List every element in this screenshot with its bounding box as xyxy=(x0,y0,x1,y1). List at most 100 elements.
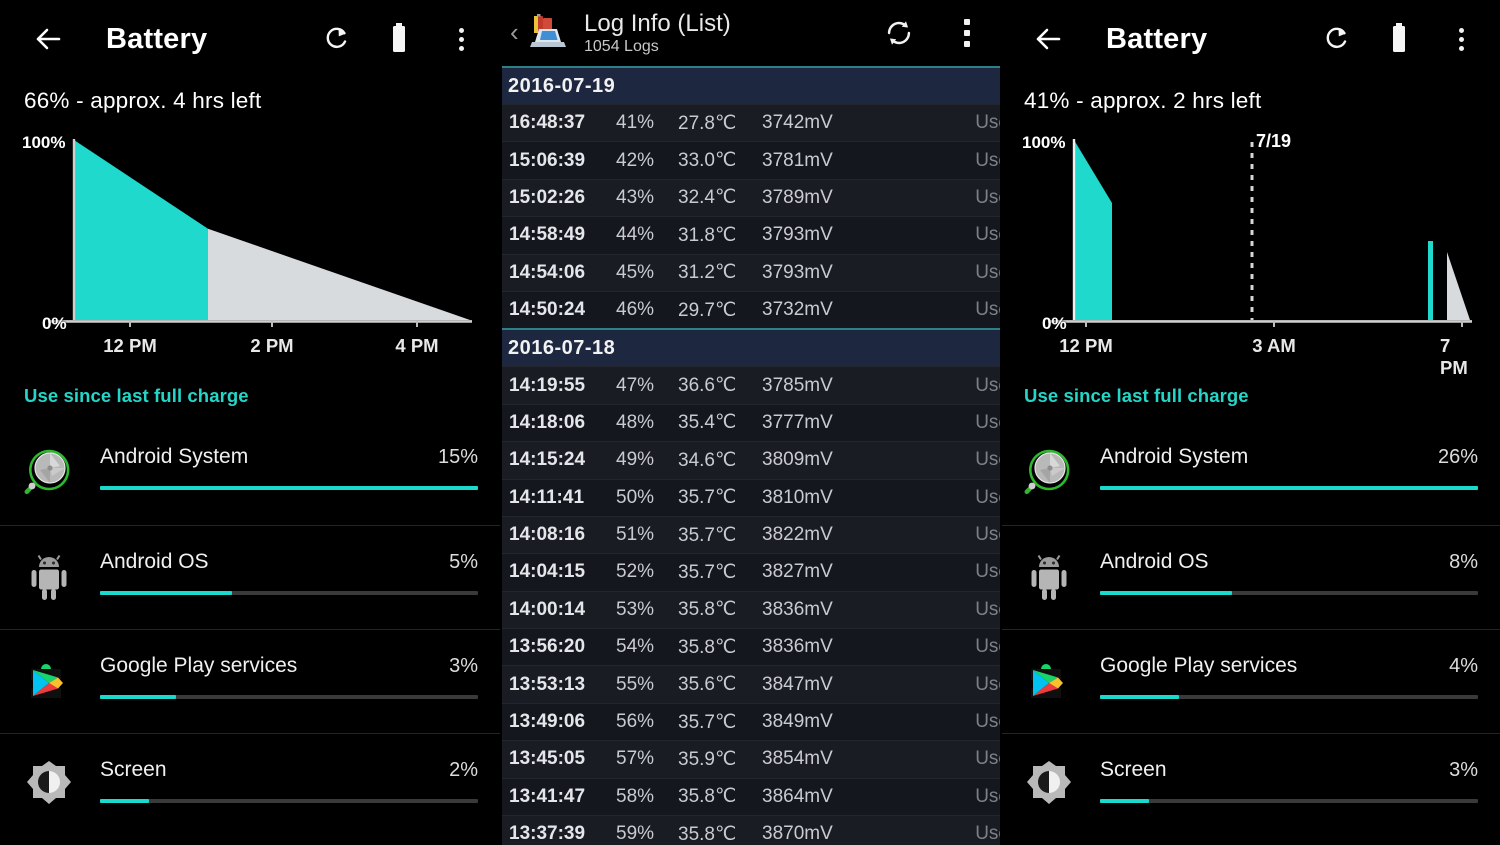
log-action[interactable]: Use xyxy=(975,262,1000,284)
table-row[interactable]: 13:53:13 55% 35.6℃ 3847mV Use xyxy=(500,665,1000,703)
log-action[interactable]: Use xyxy=(975,711,1000,733)
battery-laptop-icon xyxy=(526,13,570,53)
overflow-menu-icon[interactable] xyxy=(444,20,478,58)
chart-y-label-min: 0% xyxy=(42,314,67,333)
log-time: 14:18:06 xyxy=(509,411,586,433)
log-percent: 51% xyxy=(616,524,655,546)
log-percent: 56% xyxy=(616,711,655,733)
table-row[interactable]: 13:56:20 54% 35.8℃ 3836mV Use xyxy=(500,628,1000,666)
table-row[interactable]: 13:45:05 57% 35.9℃ 3854mV Use xyxy=(500,740,1000,778)
table-row[interactable]: 13:37:39 59% 35.8℃ 3870mV Use xyxy=(500,815,1000,845)
log-action[interactable]: Use xyxy=(975,823,1000,845)
sync-refresh-icon[interactable] xyxy=(882,14,916,52)
log-voltage: 3836mV xyxy=(762,598,833,620)
log-voltage: 3732mV xyxy=(762,299,833,321)
three-panel-screenshot: Battery 66% - approx. 4 hrs left 100% 0%… xyxy=(0,0,1500,845)
log-action[interactable]: Use xyxy=(975,150,1000,172)
log-time: 14:54:06 xyxy=(509,261,586,283)
list-item[interactable]: Android OS 8% xyxy=(1000,525,1500,629)
log-percent: 48% xyxy=(616,411,655,433)
table-row[interactable]: 14:19:55 47% 36.6℃ 3785mV Use xyxy=(500,366,1000,404)
chevron-left-icon[interactable]: ‹ xyxy=(510,19,524,45)
table-row[interactable]: 15:02:26 43% 32.4℃ 3789mV Use xyxy=(500,178,1000,217)
app-percent: 3% xyxy=(449,655,478,677)
log-action[interactable]: Use xyxy=(975,224,1000,246)
table-row[interactable]: 14:11:41 50% 35.7℃ 3810mV Use xyxy=(500,478,1000,516)
list-item[interactable]: Screen 3% xyxy=(1000,733,1500,837)
battery-full-icon[interactable] xyxy=(1382,20,1416,58)
log-action[interactable]: Use xyxy=(975,561,1000,583)
list-item-header: Screen 3% xyxy=(1100,758,1478,782)
table-row[interactable]: 13:49:06 56% 35.7℃ 3849mV Use xyxy=(500,702,1000,741)
log-temperature: 35.8℃ xyxy=(678,786,737,808)
log-action[interactable]: Use xyxy=(975,375,1000,397)
table-row[interactable]: 14:15:24 49% 34.6℃ 3809mV Use xyxy=(500,441,1000,479)
battery-history-chart-right: 100% 0% 7/19 12 PM 3 AM 7 PM xyxy=(1000,128,1500,378)
battery-panel-right: Battery 41% - approx. 2 hrs left 100% 0%… xyxy=(1000,0,1500,845)
overflow-menu-icon[interactable] xyxy=(950,14,984,52)
list-item-body: Google Play services 3% xyxy=(100,654,478,699)
table-row[interactable]: 14:54:06 45% 31.2℃ 3793mV Use xyxy=(500,253,1000,291)
list-item-body: Google Play services 4% xyxy=(1100,654,1478,699)
log-action[interactable]: Use xyxy=(975,449,1000,471)
table-row[interactable]: 14:50:24 46% 29.7℃ 3732mV Use xyxy=(500,290,1000,329)
log-action[interactable]: Use xyxy=(975,599,1000,621)
table-row[interactable]: 14:58:49 44% 31.8℃ 3793mV Use xyxy=(500,216,1000,254)
log-percent: 42% xyxy=(616,149,655,171)
chart-area-measured xyxy=(1074,140,1112,320)
log-temperature: 35.7℃ xyxy=(678,487,737,509)
refresh-icon[interactable] xyxy=(320,20,354,58)
log-action[interactable]: Use xyxy=(975,748,1000,770)
log-action[interactable]: Use xyxy=(975,112,1000,134)
list-item-body: Android OS 5% xyxy=(100,550,478,595)
battery-summary-text: 66% - approx. 4 hrs left xyxy=(24,88,262,113)
arrow-left-icon[interactable] xyxy=(26,17,70,61)
log-temperature: 34.6℃ xyxy=(678,449,737,471)
log-voltage: 3781mV xyxy=(762,149,833,171)
app-name: Android OS xyxy=(100,550,209,573)
battery-full-icon[interactable] xyxy=(382,20,416,58)
battery-summary-text: 41% - approx. 2 hrs left xyxy=(1024,88,1262,113)
log-action[interactable]: Use xyxy=(975,299,1000,321)
table-row[interactable]: 16:48:37 41% 27.8℃ 3742mV Use xyxy=(500,104,1000,142)
list-item[interactable]: Android System 15% xyxy=(0,421,500,525)
log-temperature: 35.4℃ xyxy=(678,412,737,434)
table-row[interactable]: 13:41:47 58% 35.8℃ 3864mV Use xyxy=(500,777,1000,816)
log-time: 15:06:39 xyxy=(509,149,586,171)
log-voltage: 3810mV xyxy=(762,486,833,508)
list-item[interactable]: Screen 2% xyxy=(0,733,500,837)
log-percent: 55% xyxy=(616,673,655,695)
log-action[interactable]: Use xyxy=(975,487,1000,509)
table-row[interactable]: 14:08:16 51% 35.7℃ 3822mV Use xyxy=(500,515,1000,554)
log-action[interactable]: Use xyxy=(975,524,1000,546)
chart-area-projection xyxy=(1447,252,1470,320)
arrow-left-icon[interactable] xyxy=(1026,17,1070,61)
date-label: 2016-07-18 xyxy=(508,336,616,359)
list-item[interactable]: Google Play services 4% xyxy=(1000,629,1500,733)
list-item[interactable]: Google Play services 3% xyxy=(0,629,500,733)
log-voltage: 3793mV xyxy=(762,224,833,246)
table-row[interactable]: 14:18:06 48% 35.4℃ 3777mV Use xyxy=(500,403,1000,442)
table-row[interactable]: 14:00:14 53% 35.8℃ 3836mV Use xyxy=(500,590,1000,629)
right-app-bar-actions xyxy=(1320,20,1478,58)
overflow-menu-icon[interactable] xyxy=(1444,20,1478,58)
table-row[interactable]: 15:06:39 42% 33.0℃ 3781mV Use xyxy=(500,141,1000,179)
log-action[interactable]: Use xyxy=(975,187,1000,209)
list-item-header: Android OS 5% xyxy=(100,550,478,574)
app-percent: 15% xyxy=(437,446,478,468)
log-list[interactable]: 2016-07-19 16:48:37 41% 27.8℃ 3742mV Use… xyxy=(500,66,1000,845)
log-action[interactable]: Use xyxy=(975,412,1000,434)
list-item[interactable]: Android System 26% xyxy=(1000,421,1500,525)
list-item-header: Screen 2% xyxy=(100,758,478,782)
log-app-bar: ‹ Log Info (List) 1054 Logs xyxy=(500,0,1000,66)
log-action[interactable]: Use xyxy=(975,636,1000,658)
page-title: Battery xyxy=(106,22,208,55)
log-temperature: 36.6℃ xyxy=(678,375,737,397)
table-row[interactable]: 14:04:15 52% 35.7℃ 3827mV Use xyxy=(500,553,1000,591)
log-action[interactable]: Use xyxy=(975,786,1000,808)
refresh-icon[interactable] xyxy=(1320,20,1354,58)
log-action[interactable]: Use xyxy=(975,674,1000,696)
list-item[interactable]: Android OS 5% xyxy=(0,525,500,629)
app-name: Google Play services xyxy=(100,654,298,677)
log-temperature: 33.0℃ xyxy=(678,150,737,172)
